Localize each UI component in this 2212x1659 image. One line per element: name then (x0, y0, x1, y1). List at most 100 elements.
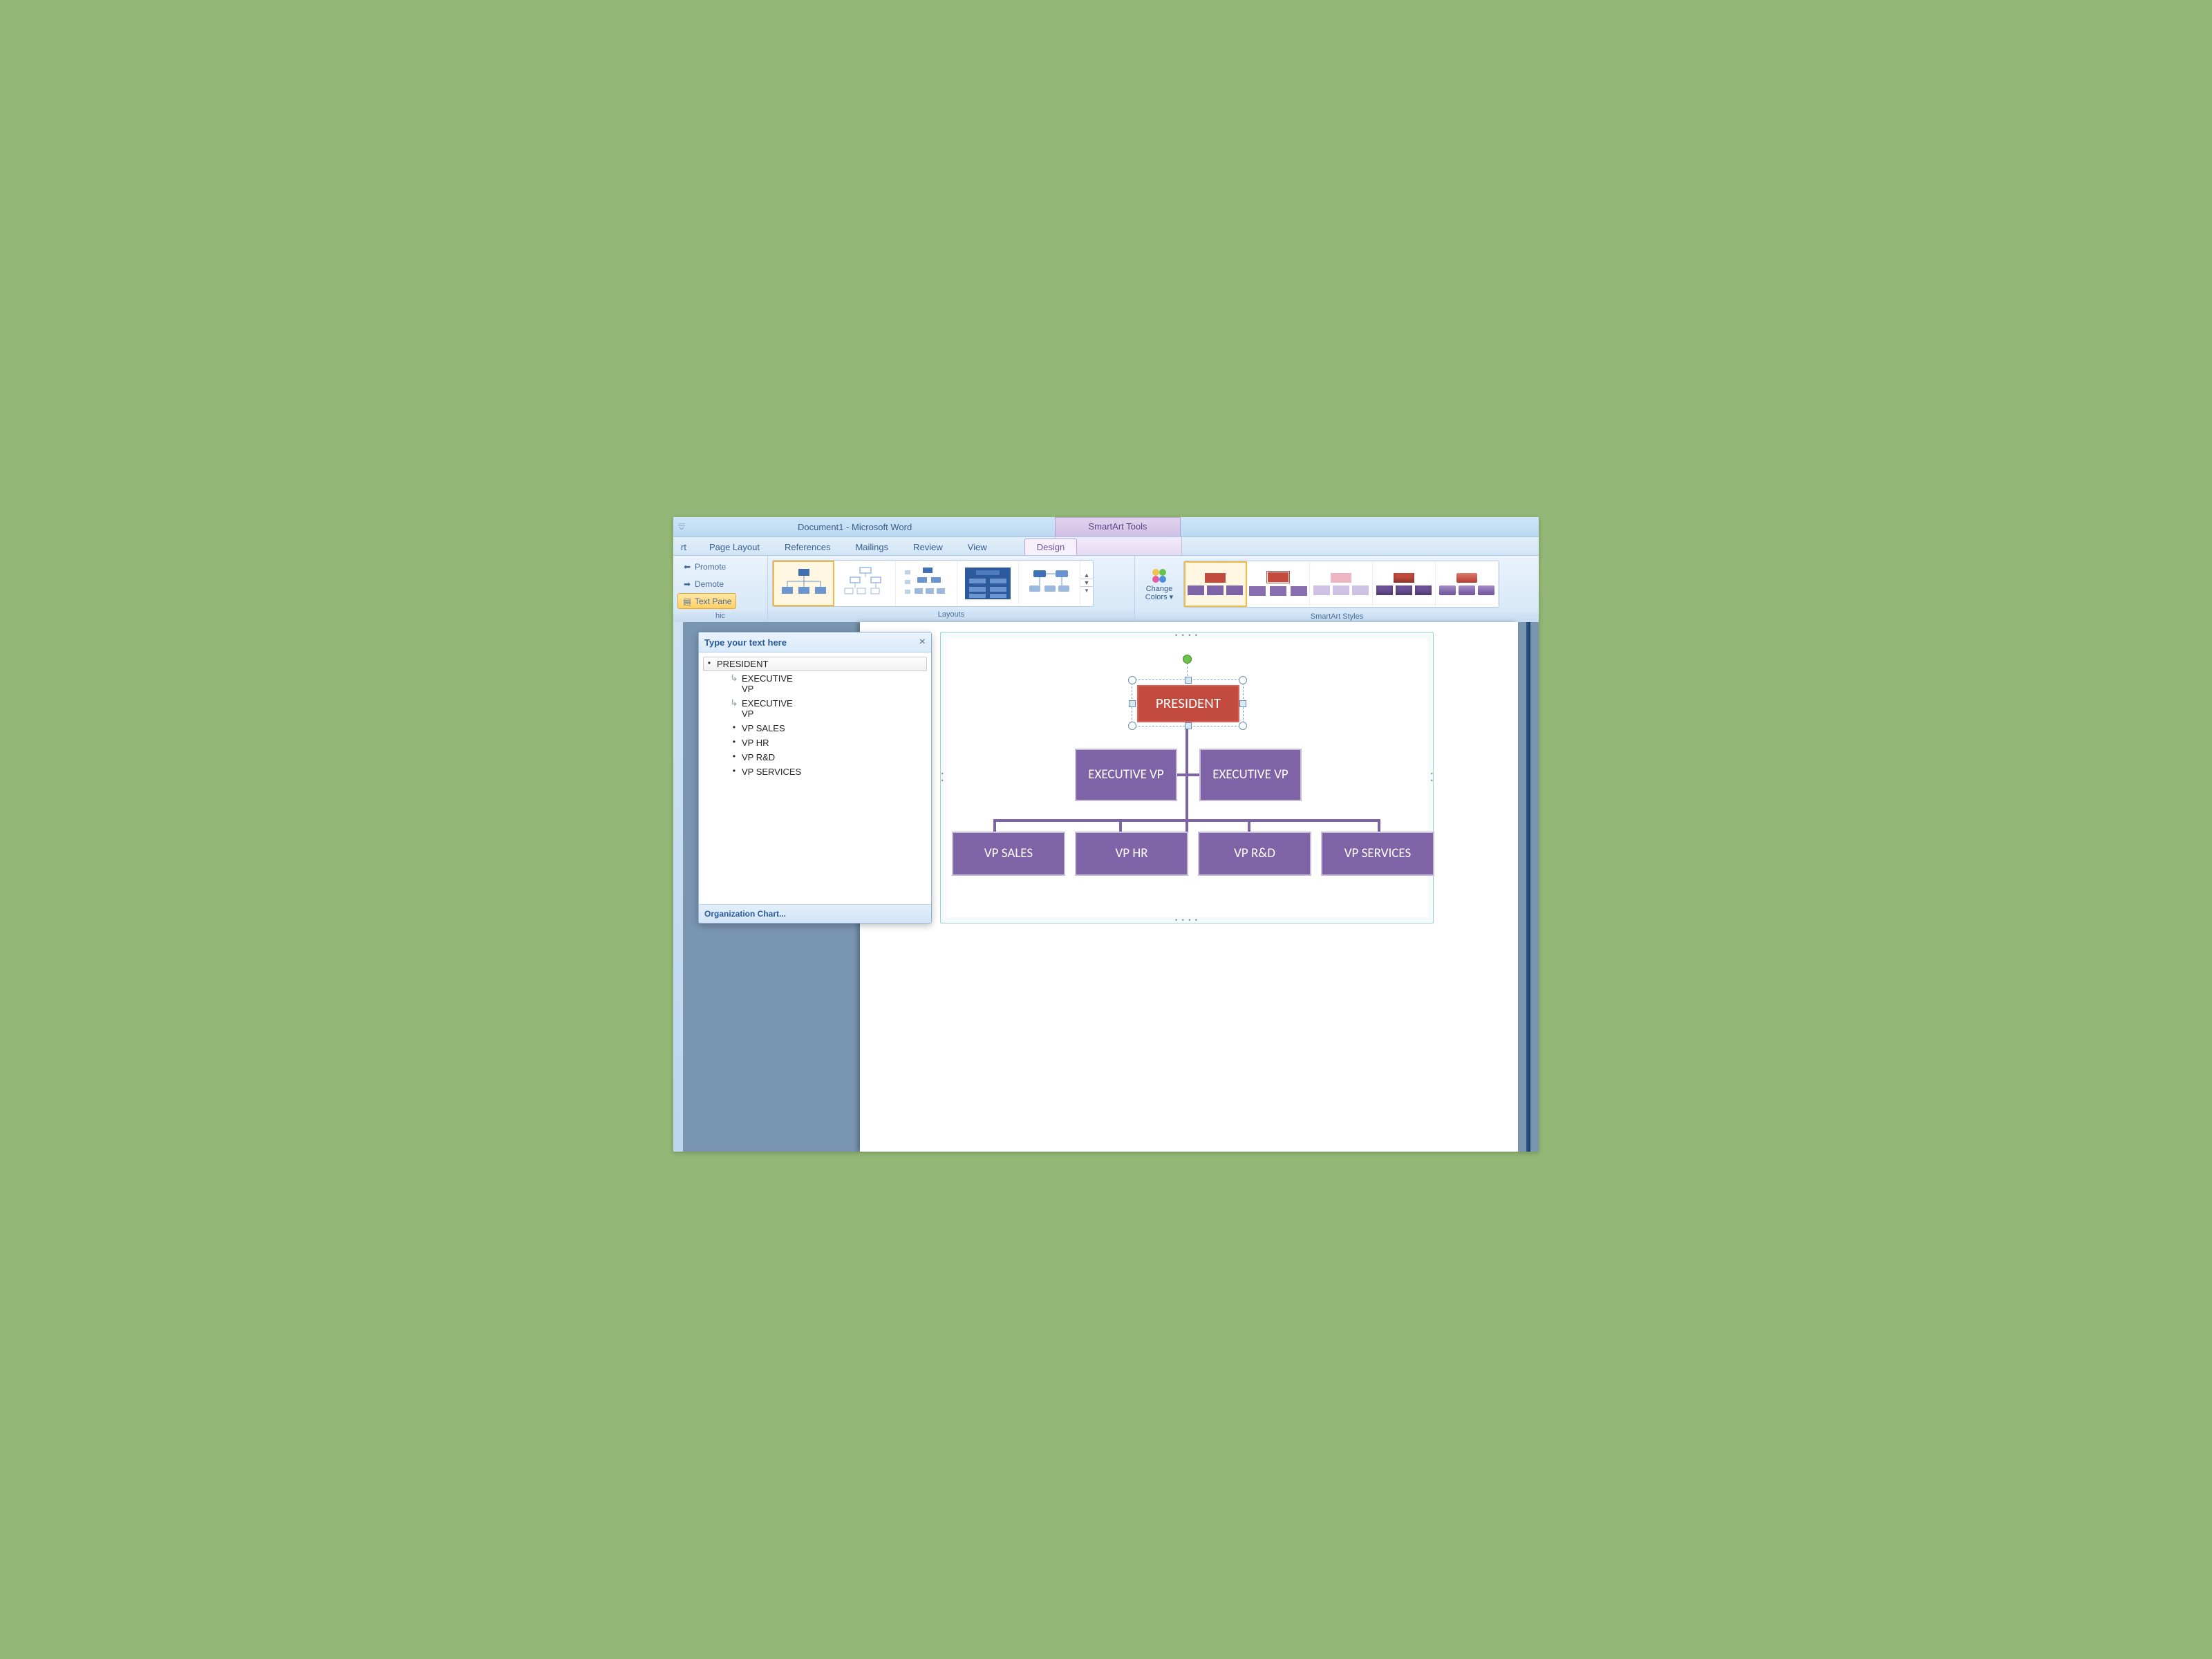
gallery-up-icon[interactable]: ▲ (1080, 572, 1093, 579)
connector-vertical-main (1185, 721, 1188, 832)
title-bar: Document1 - Microsoft Word SmartArt Tool… (673, 517, 1539, 537)
gallery-down-icon[interactable]: ▼ (1080, 579, 1093, 586)
connector-drop-1 (993, 819, 996, 832)
text-pane-item-label2: VP (742, 709, 793, 719)
connector-drop-2 (1119, 819, 1122, 832)
text-pane-body[interactable]: •PRESIDENT ↳EXECUTIVEVP ↳EXECUTIVEVP •VP… (699, 653, 931, 904)
selection-handle[interactable] (1239, 700, 1246, 707)
layout-option-4[interactable] (957, 561, 1019, 606)
text-pane-item-sales[interactable]: •VP SALES (703, 721, 927, 735)
text-pane-item-label: VP HR (742, 738, 769, 748)
style-option-3[interactable] (1310, 561, 1373, 607)
selection-handle[interactable] (1128, 722, 1136, 730)
style-option-2[interactable] (1247, 561, 1310, 607)
text-pane-item-exec1[interactable]: ↳ EXECUTIVEVP (703, 671, 927, 696)
change-colors-label1: Change (1146, 585, 1173, 593)
ribbon-group-create-graphic: ⬅Promote ➡Demote ▤Text Pane hic (673, 556, 768, 622)
text-pane-item-label: EXECUTIVE (742, 698, 793, 709)
frame-handle-right[interactable]: • • (1428, 773, 1435, 783)
ribbon: ⬅Promote ➡Demote ▤Text Pane hic (673, 556, 1539, 623)
bullet-icon: • (731, 752, 738, 760)
ribbon-group-label-styles: SmartArt Styles (1135, 612, 1539, 622)
selection-handle[interactable] (1128, 676, 1136, 684)
gallery-more-icon[interactable]: ▾ (1080, 586, 1093, 594)
tab-references[interactable]: References (772, 538, 843, 555)
frame-handle-bottom[interactable]: • • • • (1175, 917, 1199, 924)
text-pane-footer[interactable]: Organization Chart... (699, 904, 931, 923)
org-node-president[interactable]: PRESIDENT (1137, 685, 1239, 722)
ribbon-group-label-layouts: Layouts (768, 610, 1134, 622)
ribbon-group-label-graphic: hic (673, 612, 767, 622)
page-right-edge (1526, 622, 1530, 1152)
bullet-icon: • (731, 767, 738, 775)
connector-horizontal (993, 819, 1380, 822)
org-node-rd[interactable]: VP R&D (1198, 832, 1311, 876)
text-pane-item-president[interactable]: • PRESIDENT (703, 657, 927, 671)
tab-view[interactable]: View (955, 538, 1000, 555)
selection-handle[interactable] (1239, 722, 1247, 730)
contextual-tab-label: SmartArt Tools (1055, 517, 1181, 536)
connector-drop-4 (1378, 819, 1380, 832)
text-pane-item-label: VP SERVICES (742, 767, 801, 777)
layout-option-1[interactable] (773, 561, 834, 606)
selection-handle[interactable] (1129, 700, 1136, 707)
text-pane-label: Text Pane (695, 597, 731, 606)
tab-page-layout[interactable]: Page Layout (697, 538, 772, 555)
layouts-gallery-spinner: ▲ ▼ ▾ (1080, 572, 1093, 594)
tab-insert-fragment[interactable]: rt (680, 538, 697, 555)
demote-button[interactable]: ➡Demote (677, 576, 736, 592)
demote-icon: ➡ (682, 579, 692, 589)
selection-handle[interactable] (1239, 676, 1247, 684)
promote-label: Promote (695, 562, 726, 572)
text-pane-item-label: EXECUTIVE (742, 673, 793, 684)
rotation-handle-icon[interactable] (1183, 655, 1192, 664)
tab-mailings[interactable]: Mailings (843, 538, 901, 555)
style-option-4[interactable] (1373, 561, 1436, 607)
text-pane-item-label: PRESIDENT (717, 659, 768, 669)
org-node-exec2[interactable]: EXECUTIVE VP (1199, 749, 1302, 801)
style-option-1[interactable] (1184, 561, 1247, 607)
ribbon-group-styles: Change Colors ▾ SmartArt Styles (1135, 556, 1539, 622)
selection-handle[interactable] (1185, 677, 1192, 684)
smartart-text-pane[interactable]: Type your text here × • PRESIDENT ↳ EXECUT… (698, 632, 932, 924)
layout-option-5[interactable] (1019, 561, 1080, 606)
smartart-frame[interactable]: • • • • • • • • • • • • (940, 632, 1434, 924)
text-pane-item-label: VP R&D (742, 752, 775, 762)
text-pane-header: Type your text here × (699, 632, 931, 653)
smartart-canvas[interactable]: PRESIDENT EXECUTIVE VP EXECUTIVE VP VP S… (946, 638, 1427, 917)
left-gutter (673, 622, 683, 1152)
layout-option-3[interactable] (896, 561, 957, 606)
window-title: Document1 - Microsoft Word (798, 522, 912, 532)
bullet-icon: • (706, 659, 713, 667)
text-pane-item-exec2[interactable]: ↳EXECUTIVEVP (703, 696, 927, 721)
layout-option-2[interactable] (834, 561, 896, 606)
document-area: Type your text here × • PRESIDENT ↳ EXECUT… (683, 622, 1539, 1152)
org-node-hr[interactable]: VP HR (1075, 832, 1188, 876)
sub-bullet-icon: ↳ (731, 673, 738, 682)
ribbon-group-layouts: ▲ ▼ ▾ Layouts (768, 556, 1135, 622)
close-icon[interactable]: × (919, 636, 926, 648)
promote-button[interactable]: ⬅Promote (677, 559, 736, 574)
text-pane-item-label: VP SALES (742, 723, 785, 733)
frame-handle-left[interactable]: • • (939, 773, 946, 783)
text-pane-item-services[interactable]: • VP SERVICES (703, 765, 927, 779)
text-pane-item-rd[interactable]: • VP R&D (703, 750, 927, 765)
change-colors-button[interactable]: Change Colors ▾ (1139, 559, 1179, 610)
text-pane-item-label2: VP (742, 684, 793, 694)
dropdown-icon: ▾ (1170, 593, 1174, 601)
org-node-exec1[interactable]: EXECUTIVE VP (1075, 749, 1177, 801)
ribbon-tabs: rt Page Layout References Mailings Revie… (673, 537, 1539, 556)
org-node-services[interactable]: VP SERVICES (1321, 832, 1434, 876)
tab-review[interactable]: Review (901, 538, 955, 555)
smartart-styles-gallery (1183, 561, 1499, 608)
org-node-sales[interactable]: VP SALES (952, 832, 1065, 876)
style-option-5[interactable] (1436, 561, 1499, 607)
promote-icon: ⬅ (682, 562, 692, 572)
text-pane-item-hr[interactable]: •VP HR (703, 735, 927, 750)
tab-design[interactable]: Design (1024, 538, 1077, 555)
selection-handle[interactable] (1185, 722, 1192, 729)
workspace: Type your text here × • PRESIDENT ↳ EXECUT… (673, 622, 1539, 1152)
layouts-gallery: ▲ ▼ ▾ (772, 560, 1094, 607)
qat-dropdown-icon[interactable] (678, 523, 685, 530)
text-pane-button[interactable]: ▤Text Pane (677, 593, 736, 609)
